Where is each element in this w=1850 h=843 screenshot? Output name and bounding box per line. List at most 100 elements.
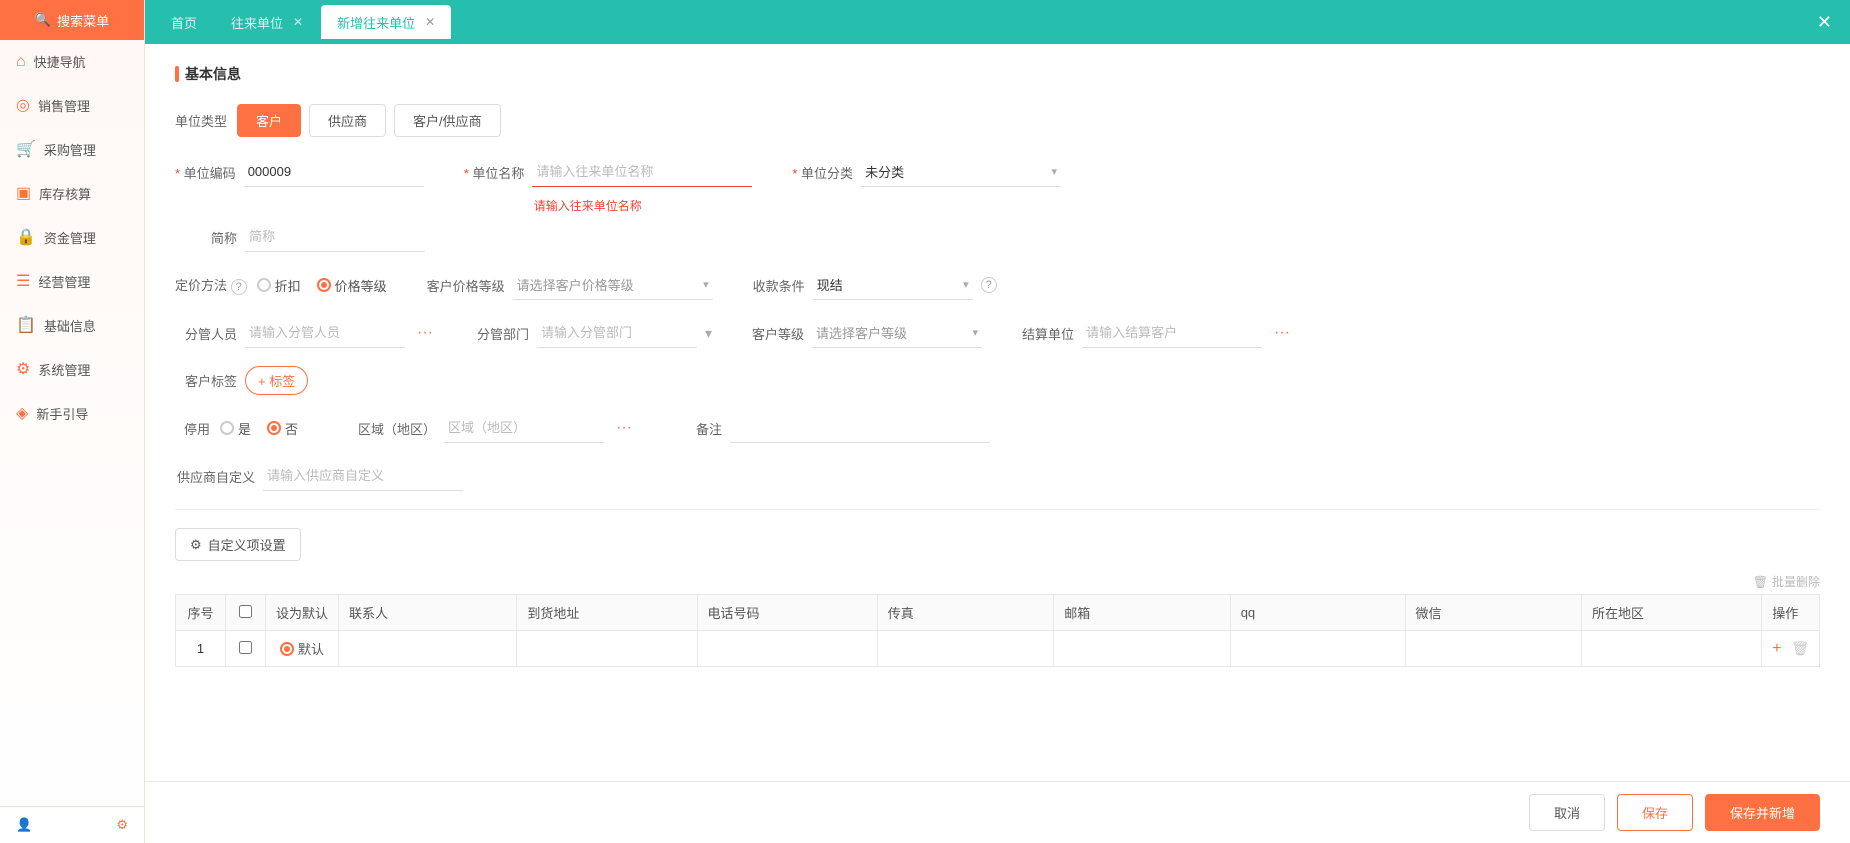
custom-settings-button[interactable]: ⚙ 自定义项设置: [175, 528, 301, 561]
unit-category-select[interactable]: 未分类 ▾: [861, 157, 1061, 187]
customer-level-label: 客户等级: [752, 324, 804, 343]
type-btn-both[interactable]: 客户/供应商: [394, 104, 501, 137]
row-index: 1: [176, 631, 226, 667]
batch-delete-area[interactable]: 🗑 批量删除: [175, 573, 1820, 590]
row-fax-input[interactable]: [888, 641, 1043, 656]
unit-code-input[interactable]: [244, 157, 424, 187]
short-name-row: 简称: [175, 222, 1820, 252]
short-name-field: 简称: [175, 222, 425, 252]
supplier-custom-input[interactable]: [263, 461, 463, 491]
unit-name-input[interactable]: [532, 157, 752, 187]
customer-level-select[interactable]: 请选择客户等级 ▾: [812, 318, 982, 348]
row-location[interactable]: [1582, 631, 1762, 667]
settings-gear-icon: ⚙: [190, 537, 202, 553]
settings-icon[interactable]: ⚙: [116, 817, 128, 833]
tabbar: 首页 往来单位 ✕ 新增往来单位 ✕ ✕: [145, 0, 1850, 44]
th-default: 设为默认: [266, 595, 339, 631]
radio-price-level-circle: [317, 278, 331, 292]
add-tag-button[interactable]: + 标签: [245, 366, 308, 395]
sidebar-item-sales[interactable]: ◎ 销售管理: [0, 83, 144, 127]
sidebar-item-operations[interactable]: ☰ 经营管理: [0, 259, 144, 303]
sidebar-search[interactable]: 🔍 搜索菜单: [0, 0, 144, 40]
manager-field: 分管人员 ···: [175, 318, 437, 348]
tabbar-close-all[interactable]: ✕: [1809, 13, 1840, 31]
row-delete-btn[interactable]: 🗑: [1791, 640, 1809, 656]
manager-more-btn[interactable]: ···: [413, 324, 437, 342]
radio-yes[interactable]: 是: [220, 419, 251, 438]
content-area: 基本信息 单位类型 客户 供应商 客户/供应商 单位编码 单位名称: [145, 44, 1850, 781]
row-phone[interactable]: [697, 631, 877, 667]
sidebar-item-inventory[interactable]: ▣ 库存核算: [0, 171, 144, 215]
customer-level-field: 客户等级 请选择客户等级 ▾: [752, 318, 982, 348]
customer-price-select[interactable]: 请选择客户价格等级 ▾: [513, 270, 713, 300]
sidebar-item-purchase[interactable]: 🛒 采购管理: [0, 127, 144, 171]
settlement-more-btn[interactable]: ···: [1270, 324, 1294, 342]
payment-terms-select[interactable]: 现结 ▾: [813, 270, 973, 300]
unit-category-label: 单位分类: [792, 163, 853, 182]
select-all-checkbox[interactable]: [239, 605, 252, 618]
remark-input[interactable]: [730, 413, 990, 443]
row-fax[interactable]: [877, 631, 1053, 667]
row-default-radio[interactable]: 默认: [276, 639, 328, 658]
row-checkbox[interactable]: [226, 631, 266, 667]
th-fax: 传真: [877, 595, 1053, 631]
row-wechat-input[interactable]: [1416, 641, 1571, 656]
finance-icon: 🔒: [16, 227, 36, 247]
save-and-new-button[interactable]: 保存并新增: [1705, 794, 1820, 831]
row-qq-input[interactable]: [1241, 641, 1395, 656]
row-add-btn[interactable]: +: [1772, 640, 1781, 657]
row-wechat[interactable]: [1405, 631, 1581, 667]
radio-discount[interactable]: 折扣: [257, 276, 301, 295]
region-input[interactable]: [444, 413, 604, 443]
tab-home[interactable]: 首页: [155, 5, 213, 39]
tag-row: 客户标签 + 标签: [175, 366, 1820, 395]
th-qq: qq: [1230, 595, 1405, 631]
row-email[interactable]: [1054, 631, 1230, 667]
row-contact-input[interactable]: [349, 641, 506, 656]
row-contact[interactable]: [339, 631, 517, 667]
row-location-input[interactable]: [1592, 641, 1751, 656]
settlement-label: 结算单位: [1022, 324, 1074, 343]
region-more-btn[interactable]: ···: [612, 419, 636, 437]
unit-type-row: 单位类型 客户 供应商 客户/供应商: [175, 104, 1820, 137]
region-label: 区域（地区）: [358, 419, 436, 438]
sidebar-item-newbie[interactable]: ◈ 新手引导: [0, 391, 144, 435]
row-phone-input[interactable]: [708, 641, 867, 656]
tab-new-unit[interactable]: 新增往来单位 ✕: [321, 5, 451, 39]
tab-unit-list[interactable]: 往来单位 ✕: [215, 5, 319, 39]
th-action: 操作: [1762, 595, 1820, 631]
payment-chevron-icon: ▾: [963, 278, 969, 291]
settlement-input[interactable]: [1082, 318, 1262, 348]
sidebar-item-finance[interactable]: 🔒 资金管理: [0, 215, 144, 259]
payment-help-icon[interactable]: ?: [981, 277, 997, 293]
tab-unit-list-close[interactable]: ✕: [293, 16, 303, 28]
cancel-button[interactable]: 取消: [1529, 794, 1605, 831]
type-btn-customer[interactable]: 客户: [237, 104, 301, 137]
department-field: 分管部门 ▾: [477, 318, 712, 348]
radio-no[interactable]: 否: [267, 419, 298, 438]
category-chevron-icon: ▾: [1052, 165, 1058, 178]
operations-icon: ☰: [16, 271, 30, 291]
manager-input[interactable]: [245, 318, 405, 348]
row-address-input[interactable]: [527, 641, 686, 656]
short-name-input[interactable]: [245, 222, 425, 252]
sidebar-item-system[interactable]: ⚙ 系统管理: [0, 347, 144, 391]
pricing-method-field: 定价方法 ? 折扣 价格等级: [175, 275, 387, 295]
department-input[interactable]: [537, 318, 697, 348]
radio-price-level[interactable]: 价格等级: [317, 276, 387, 295]
table-header-row: 序号 设为默认 联系人 到货地址 电话号码 传真 邮箱 qq 微信 所在地区 操…: [176, 595, 1820, 631]
supplier-custom-label: 供应商自定义: [175, 467, 255, 486]
region-field: 区域（地区） ···: [358, 413, 636, 443]
row-qq[interactable]: [1230, 631, 1405, 667]
sidebar-item-quick-nav[interactable]: ⌂ 快捷导航: [0, 40, 144, 83]
pricing-help-icon[interactable]: ?: [231, 279, 247, 295]
row-address[interactable]: [517, 631, 697, 667]
tab-new-unit-close[interactable]: ✕: [425, 16, 435, 28]
save-button[interactable]: 保存: [1617, 794, 1693, 831]
type-btn-supplier[interactable]: 供应商: [309, 104, 386, 137]
sidebar-item-basic[interactable]: 📋 基础信息: [0, 303, 144, 347]
unit-code-field: 单位编码: [175, 157, 424, 187]
disabled-label: 停用: [175, 419, 210, 438]
row-email-input[interactable]: [1064, 641, 1219, 656]
row-check[interactable]: [239, 641, 252, 654]
